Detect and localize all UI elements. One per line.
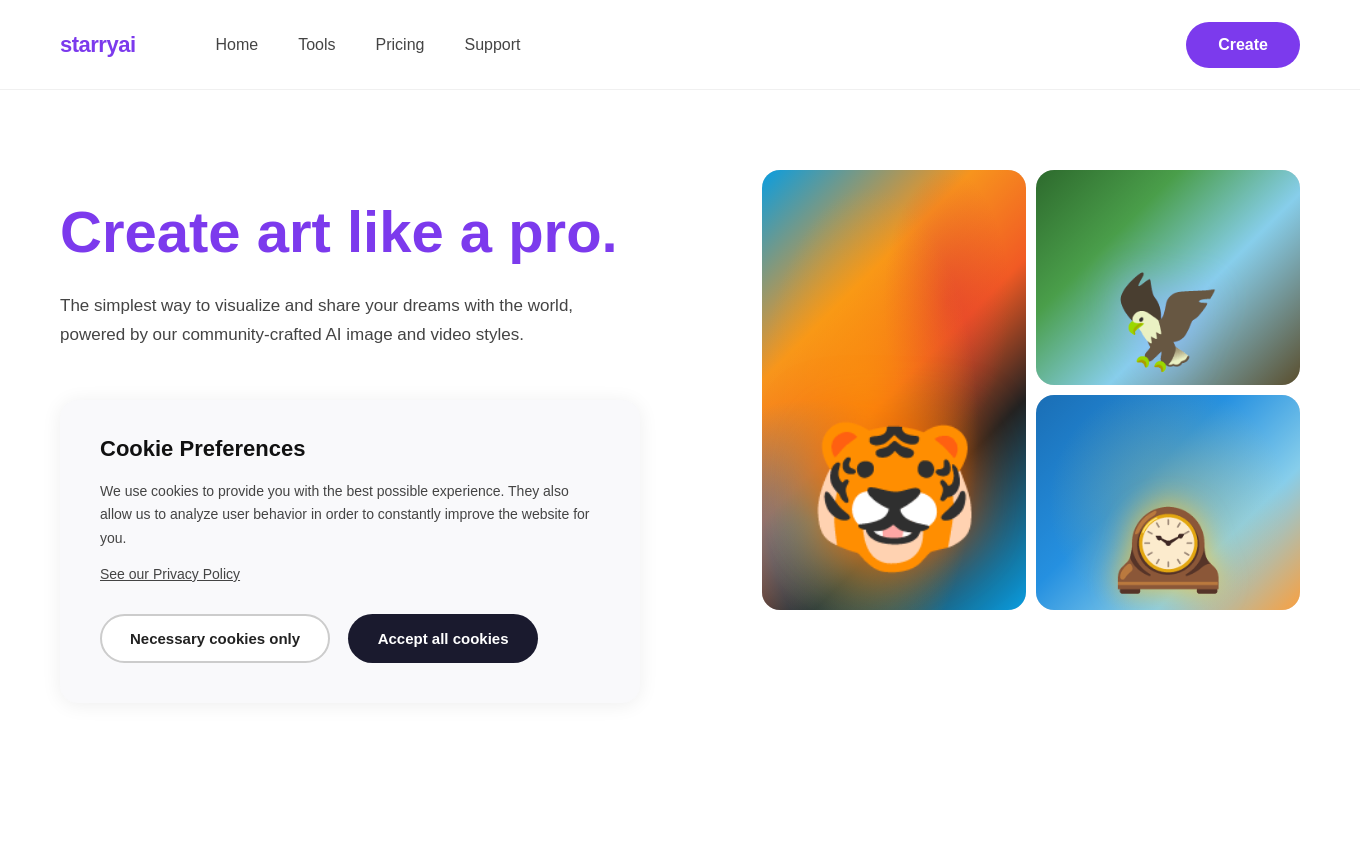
hero-title: Create art like a pro. [60, 200, 742, 264]
tiger-image-cell [762, 170, 1026, 610]
nav-home[interactable]: Home [216, 36, 259, 53]
cookie-buttons: Necessary cookies only Accept all cookie… [100, 614, 600, 663]
nav-tools[interactable]: Tools [298, 36, 335, 53]
owl-image-cell [1036, 170, 1300, 385]
hero-subtitle: The simplest way to visualize and share … [60, 292, 600, 350]
cookie-banner: Cookie Preferences We use cookies to pro… [60, 400, 640, 703]
navbar: starryai Home Tools Pricing Support Crea… [0, 0, 1360, 90]
cookie-body: We use cookies to provide you with the b… [100, 480, 600, 551]
owl-image [1036, 170, 1300, 385]
hero-section: Create art like a pro. The simplest way … [0, 90, 1360, 859]
nav-links: Home Tools Pricing Support [216, 36, 1187, 54]
nav-support[interactable]: Support [464, 36, 520, 53]
tiger-image [762, 170, 1026, 610]
privacy-policy-link[interactable]: See our Privacy Policy [100, 566, 240, 582]
accept-all-cookies-button[interactable]: Accept all cookies [348, 614, 538, 663]
nav-pricing[interactable]: Pricing [376, 36, 425, 53]
clock-image-cell [1036, 395, 1300, 610]
clock-image [1036, 395, 1300, 610]
create-button[interactable]: Create [1186, 22, 1300, 68]
cookie-title: Cookie Preferences [100, 436, 600, 462]
logo[interactable]: starryai [60, 32, 136, 58]
hero-left: Create art like a pro. The simplest way … [60, 170, 742, 703]
necessary-cookies-button[interactable]: Necessary cookies only [100, 614, 330, 663]
hero-images [742, 170, 1300, 610]
